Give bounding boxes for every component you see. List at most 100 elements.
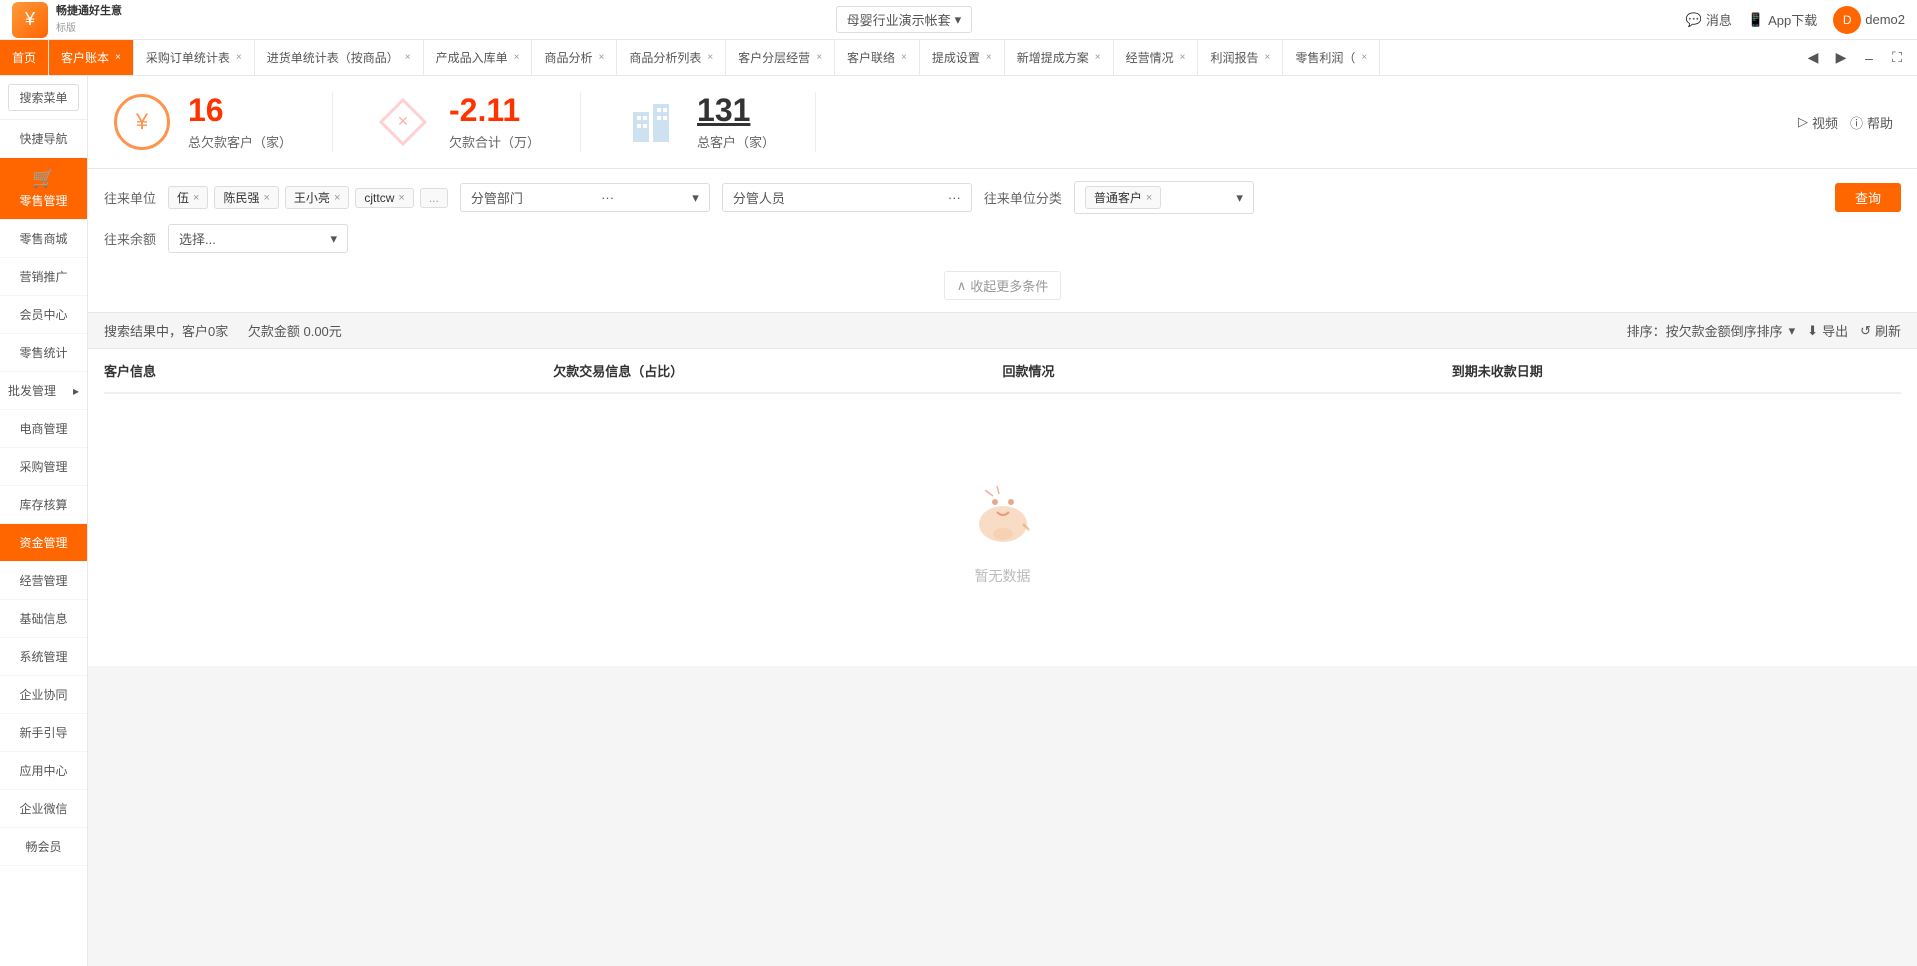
- tab-production[interactable]: 产成品入库单 ×: [424, 40, 533, 76]
- sidebar-label: 企业协同: [19, 686, 67, 703]
- close-icon[interactable]: ×: [115, 52, 121, 63]
- stat-text-clients: 131 总客户（家）: [697, 93, 775, 151]
- close-icon[interactable]: ×: [707, 52, 713, 63]
- app-download-button[interactable]: 📱 App下载: [1748, 10, 1817, 29]
- col-header-customer: 客户信息: [104, 361, 553, 380]
- building-icon: [625, 96, 677, 148]
- remove-tag-chen[interactable]: ×: [263, 192, 269, 204]
- nav-prev-button[interactable]: ◀: [1801, 46, 1825, 70]
- tab-customer-ledger[interactable]: 客户账本 ×: [49, 40, 134, 76]
- close-icon[interactable]: ×: [514, 52, 520, 63]
- remove-tag-wu[interactable]: ×: [193, 192, 199, 204]
- person-select[interactable]: 分管人员 ···: [722, 183, 972, 212]
- sidebar-item-system[interactable]: 系统管理: [0, 638, 87, 676]
- unit-label: 往来单位: [104, 188, 156, 207]
- tab-profit-report[interactable]: 利润报告 ×: [1198, 40, 1283, 76]
- industry-select[interactable]: 母婴行业演示帐套 ▾: [836, 6, 973, 33]
- tab-purchase-order[interactable]: 采购订单统计表 ×: [134, 40, 255, 76]
- unit-type-select[interactable]: 普通客户 × ▾: [1074, 181, 1254, 214]
- close-icon[interactable]: ×: [1180, 52, 1186, 63]
- avatar: D: [1833, 6, 1861, 34]
- sidebar-item-finance[interactable]: 资金管理: [0, 524, 87, 562]
- col-header-repayment: 回款情况: [1003, 361, 1452, 380]
- user-menu[interactable]: D demo2: [1833, 6, 1905, 34]
- sidebar-item-nav[interactable]: 快捷导航: [0, 120, 87, 158]
- tab-customer-tier[interactable]: 客户分层经营 ×: [726, 40, 835, 76]
- empty-label: 暂无数据: [975, 566, 1031, 586]
- close-icon[interactable]: ×: [405, 52, 411, 63]
- export-button[interactable]: ⬇ 导出: [1807, 321, 1848, 340]
- empty-illustration: [963, 474, 1043, 554]
- video-button[interactable]: ▷ 视频: [1798, 92, 1838, 152]
- nav-minimize-button[interactable]: –: [1857, 46, 1881, 70]
- tab-label: 零售利润（: [1295, 49, 1355, 66]
- collapse-label: 收起更多条件: [970, 276, 1048, 295]
- message-button[interactable]: 💬 消息: [1686, 10, 1732, 29]
- close-icon[interactable]: ×: [816, 52, 822, 63]
- close-icon[interactable]: ×: [598, 52, 604, 63]
- remove-tag-wang[interactable]: ×: [334, 192, 340, 204]
- content-area: ¥ 16 总欠款客户（家） ✕ -2.11 欠款合计（万）: [88, 76, 1917, 966]
- filter-tags: 伍 × 陈民强 × 王小亮 × cjttcw ×: [168, 186, 448, 209]
- sidebar-item-wholesale[interactable]: 批发管理 ▸: [0, 372, 87, 410]
- no-data-icon: [963, 474, 1043, 554]
- person-label: 分管人员: [733, 188, 785, 207]
- sidebar-item-marketing[interactable]: 营销推广: [0, 258, 87, 296]
- sidebar-item-guide[interactable]: 新手引导: [0, 714, 87, 752]
- refresh-button[interactable]: ↺ 刷新: [1860, 321, 1901, 340]
- tab-add-commission[interactable]: 新增提成方案 ×: [1005, 40, 1114, 76]
- sidebar-item-wechat[interactable]: 企业微信: [0, 790, 87, 828]
- stat-total-clients: 131 总客户（家）: [621, 92, 816, 152]
- tab-customer-contact[interactable]: 客户联络 ×: [835, 40, 920, 76]
- close-icon[interactable]: ×: [986, 52, 992, 63]
- sidebar-label: 系统管理: [19, 648, 67, 665]
- sidebar-item-retail-stats[interactable]: 零售统计: [0, 334, 87, 372]
- sidebar-item-ecommerce[interactable]: 电商管理: [0, 410, 87, 448]
- close-icon[interactable]: ×: [1095, 52, 1101, 63]
- query-button[interactable]: 查询: [1835, 183, 1901, 212]
- sidebar-item-operation-mgmt[interactable]: 经营管理: [0, 562, 87, 600]
- sidebar-item-retail[interactable]: 🛒 零售管理: [0, 158, 87, 220]
- filter-tag-wang: 王小亮 ×: [285, 186, 349, 209]
- tab-commission-settings[interactable]: 提成设置 ×: [920, 40, 1005, 76]
- remove-unit-type-tag[interactable]: ×: [1146, 192, 1152, 204]
- tab-home[interactable]: 首页: [0, 40, 49, 76]
- table-header: 客户信息 欠款交易信息（占比） 回款情况 到期未收款日期: [104, 349, 1901, 394]
- collapse-button[interactable]: ∧ 收起更多条件: [944, 271, 1062, 300]
- close-icon[interactable]: ×: [1264, 52, 1270, 63]
- sidebar-item-purchase[interactable]: 采购管理: [0, 448, 87, 486]
- surplus-label: 往来余额: [104, 229, 156, 248]
- remove-tag-cjttcw[interactable]: ×: [398, 192, 404, 204]
- tab-operation[interactable]: 经营情况 ×: [1114, 40, 1199, 76]
- nav-next-button[interactable]: ▶: [1829, 46, 1853, 70]
- chevron-down-icon: ▾: [330, 231, 337, 247]
- user-label: demo2: [1865, 12, 1905, 27]
- search-menu-button[interactable]: 搜索菜单: [8, 84, 79, 111]
- filter-tag-more[interactable]: ...: [420, 188, 448, 208]
- sidebar-item-enterprise[interactable]: 企业协同: [0, 676, 87, 714]
- sidebar-item-app-center[interactable]: 应用中心: [0, 752, 87, 790]
- tab-product-analysis[interactable]: 商品分析 ×: [532, 40, 617, 76]
- department-select[interactable]: 分管部门 ··· ▾: [460, 183, 710, 212]
- sidebar-item-member[interactable]: 会员中心: [0, 296, 87, 334]
- close-icon[interactable]: ×: [236, 52, 242, 63]
- sidebar-item-retail-mall[interactable]: 零售商城: [0, 220, 87, 258]
- chevron-down-icon: ▾: [955, 12, 962, 28]
- close-icon[interactable]: ×: [1361, 52, 1367, 63]
- tab-retail-profit[interactable]: 零售利润（ ×: [1283, 40, 1380, 76]
- nav-maximize-button[interactable]: ⛶: [1885, 46, 1909, 70]
- sidebar-item-inventory[interactable]: 库存核算: [0, 486, 87, 524]
- tab-purchase-stats[interactable]: 进货单统计表（按商品） ×: [255, 40, 424, 76]
- message-icon: 💬: [1686, 12, 1702, 28]
- department-label: 分管部门: [471, 188, 523, 207]
- help-button[interactable]: ⓘ 帮助: [1850, 92, 1893, 152]
- close-icon[interactable]: ×: [901, 52, 907, 63]
- tag-text: 陈民强: [223, 189, 259, 206]
- message-label: 消息: [1706, 10, 1732, 29]
- tab-product-analysis-list[interactable]: 商品分析列表 ×: [617, 40, 726, 76]
- surplus-select[interactable]: 选择... ▾: [168, 224, 348, 253]
- sidebar-label: 营销推广: [19, 268, 67, 285]
- sidebar-item-basic-info[interactable]: 基础信息: [0, 600, 87, 638]
- sidebar-item-member2[interactable]: 畅会员: [0, 828, 87, 866]
- col-header-date: 到期未收款日期: [1452, 361, 1901, 380]
